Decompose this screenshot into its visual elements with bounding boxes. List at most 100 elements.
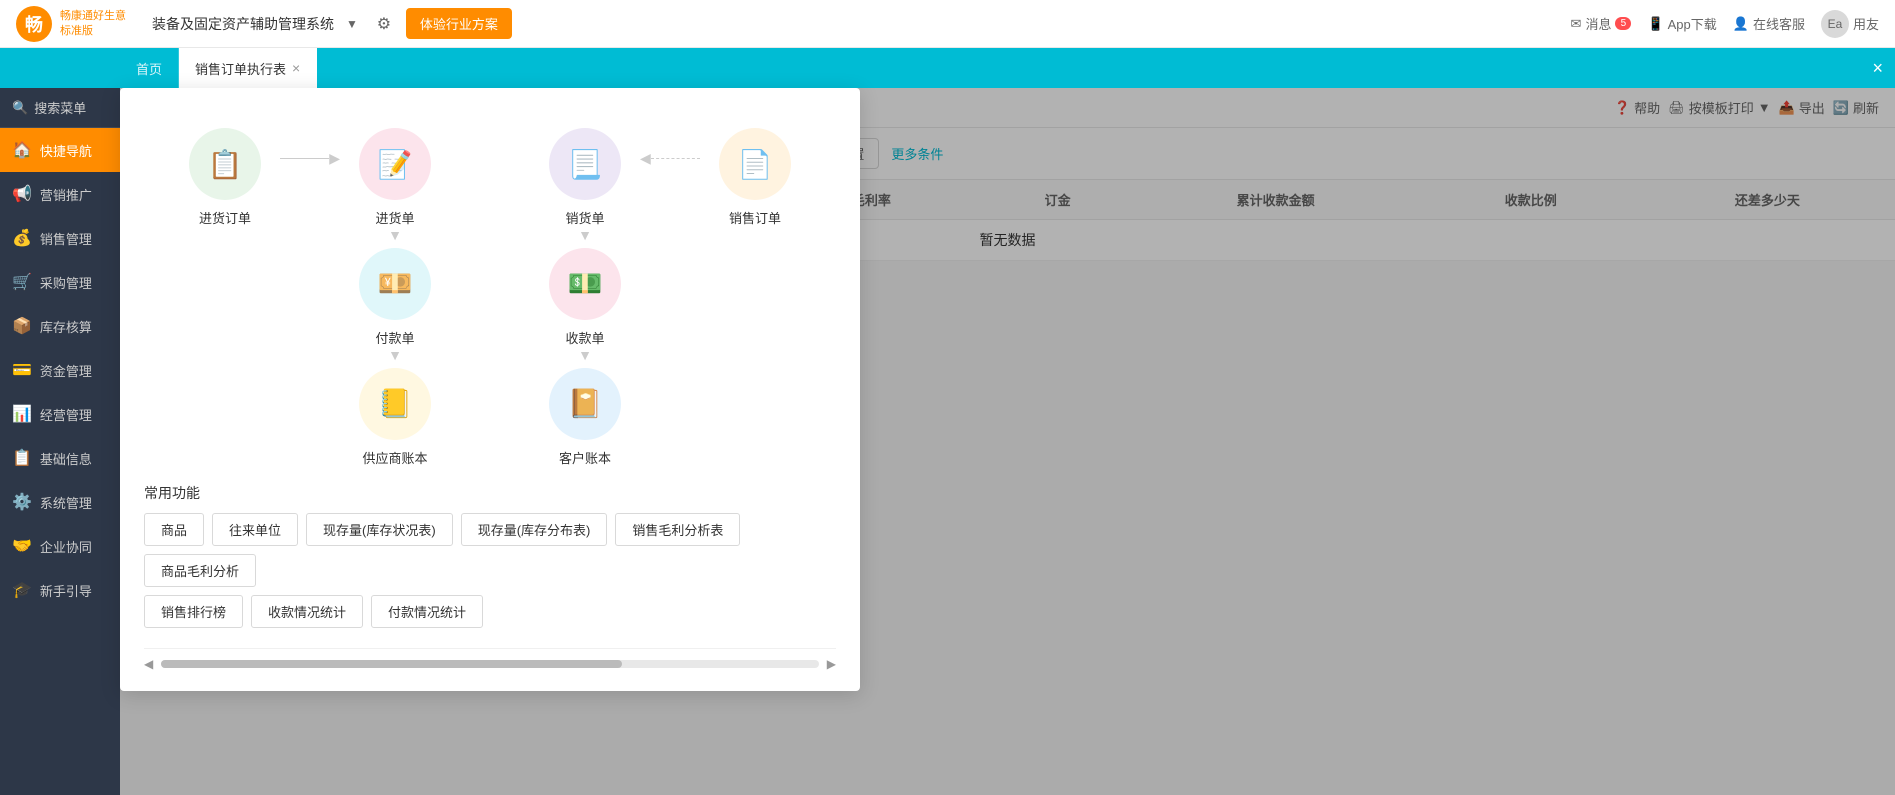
supplier-account-label: 供应商账本 <box>362 448 427 467</box>
flow-node-sales-bill: 📃 销货单 <box>530 128 640 227</box>
btn-stock-distribution[interactable]: 现存量(库存分布表) <box>461 513 608 546</box>
message-btn[interactable]: ✉ 消息 5 <box>1571 14 1632 33</box>
header-right: ✉ 消息 5 📱 App下载 👤 在线客服 Ea 用友 <box>1571 10 1879 38</box>
spacer-2 <box>280 227 340 244</box>
dashed-arrow-sales: ◀ <box>640 128 700 167</box>
tab-close-icon[interactable]: × <box>292 60 300 76</box>
btn-payment-stats[interactable]: 付款情况统计 <box>371 595 483 628</box>
down-arrow-receipt: ▼ <box>530 347 640 364</box>
btn-sales-ranking[interactable]: 销售排行榜 <box>144 595 243 628</box>
app-download-btn[interactable]: 📱 App下载 <box>1647 14 1716 33</box>
down-arrow-sales-bill: ▼ <box>530 227 640 244</box>
logo-area: 畅 畅康通好生意 标准版 <box>16 6 136 42</box>
purchase-order-circle: 📋 <box>189 128 261 200</box>
s2 <box>280 347 340 364</box>
system-dropdown-btn[interactable]: ▼ <box>342 15 362 33</box>
download-icon: 📱 <box>1647 16 1663 32</box>
sidebar-item-marketing[interactable]: 📢 营销推广 <box>0 172 120 216</box>
flow-node-sales-order: 📄 销售订单 <box>700 128 810 227</box>
tab-sales-order[interactable]: 销售订单执行表 × <box>179 48 317 88</box>
tab-home-label: 首页 <box>136 59 162 78</box>
service-icon: 👤 <box>1733 16 1749 32</box>
customer-account-label: 客户账本 <box>559 448 611 467</box>
gap-middle <box>450 128 530 150</box>
scrollbar-thumb <box>161 660 621 668</box>
common-buttons-row1: 商品 往来单位 现存量(库存状况表) 现存量(库存分布表) 销售毛利分析表 商品… <box>144 513 836 587</box>
sidebar-item-operations[interactable]: 📊 经营管理 <box>0 392 120 436</box>
spacer-1 <box>170 227 280 244</box>
top-header: 畅 畅康通好生意 标准版 装备及固定资产辅助管理系统 ▼ ⚙ 体验行业方案 ✉ … <box>0 0 1895 48</box>
logo-text: 畅康通好生意 标准版 <box>60 9 126 38</box>
enterprise-icon: 🤝 <box>12 536 32 556</box>
system-icon: ⚙️ <box>12 492 32 512</box>
message-icon: ✉ <box>1571 16 1582 32</box>
search-icon: 🔍 <box>12 100 28 116</box>
spacer-5 <box>700 227 810 244</box>
sidebar-item-newbie[interactable]: 🎓 新手引导 <box>0 568 120 612</box>
flow-node-purchase-bill: 📝 进货单 <box>340 128 450 227</box>
trial-btn[interactable]: 体验行业方案 <box>406 8 512 39</box>
sidebar-item-sales[interactable]: 💰 销售管理 <box>0 216 120 260</box>
purchase-bill-label: 进货单 <box>375 208 414 227</box>
sidebar-search[interactable]: 🔍 搜索菜单 <box>0 88 120 128</box>
sidebar-item-basic[interactable]: 📋 基础信息 <box>0 436 120 480</box>
arrow-purchase-to-bill: ▶ <box>280 128 340 167</box>
receipt-circle: 💵 <box>549 248 621 320</box>
scroll-left-btn[interactable]: ◀ <box>144 657 153 671</box>
spacer-3 <box>450 227 530 244</box>
scroll-right-btn[interactable]: ▶ <box>827 657 836 671</box>
sidebar-item-purchase[interactable]: 🛒 采购管理 <box>0 260 120 304</box>
tab-bar-close-btn[interactable]: × <box>1872 58 1883 79</box>
operations-icon: 📊 <box>12 404 32 424</box>
btn-stock-status[interactable]: 现存量(库存状况表) <box>306 513 453 546</box>
btn-trade-partner[interactable]: 往来单位 <box>212 513 298 546</box>
flow-node-purchase-order: 📋 进货订单 <box>170 128 280 227</box>
flow-node-receipt: 💵 收款单 <box>530 248 640 347</box>
receipt-label: 收款单 <box>565 328 604 347</box>
purchase-icon: 🛒 <box>12 272 32 292</box>
btn-sales-profit-analysis[interactable]: 销售毛利分析表 <box>615 513 740 546</box>
home-icon: 🏠 <box>12 140 32 160</box>
purchase-bill-circle: 📝 <box>359 128 431 200</box>
payment-label: 付款单 <box>375 328 414 347</box>
down-arrow-payment: ▼ <box>340 347 450 364</box>
btn-product[interactable]: 商品 <box>144 513 204 546</box>
common-functions-section: 常用功能 商品 往来单位 现存量(库存状况表) 现存量(库存分布表) 销售毛利分… <box>144 475 836 640</box>
online-service-btn[interactable]: 👤 在线客服 <box>1733 14 1805 33</box>
common-buttons-row2: 销售排行榜 收款情况统计 付款情况统计 <box>144 595 836 628</box>
sales-bill-circle: 📃 <box>549 128 621 200</box>
purchase-order-label: 进货订单 <box>199 208 251 227</box>
sidebar-item-finance[interactable]: 💳 资金管理 <box>0 348 120 392</box>
inventory-icon: 📦 <box>12 316 32 336</box>
customer-account-circle: 📔 <box>549 368 621 440</box>
basic-icon: 📋 <box>12 448 32 468</box>
btn-product-profit-analysis[interactable]: 商品毛利分析 <box>144 554 256 587</box>
horizontal-scrollbar: ◀ ▶ <box>144 648 836 675</box>
down-arrow-purchase-bill: ▼ <box>340 227 450 244</box>
user-area[interactable]: Ea 用友 <box>1821 10 1879 38</box>
s3 <box>450 347 530 364</box>
flow-node-supplier-account: 📒 供应商账本 <box>340 368 450 467</box>
finance-icon: 💳 <box>12 360 32 380</box>
sales-bill-label: 销货单 <box>565 208 604 227</box>
sidebar-item-enterprise[interactable]: 🤝 企业协同 <box>0 524 120 568</box>
s1 <box>170 347 280 364</box>
spacer-4 <box>640 227 700 244</box>
header-middle: 装备及固定资产辅助管理系统 ▼ ⚙ 体验行业方案 <box>136 8 1571 39</box>
tab-bar: 首页 销售订单执行表 × × <box>0 48 1895 88</box>
sidebar: 🔍 搜索菜单 🏠 快捷导航 📢 营销推广 💰 销售管理 🛒 采购管理 📦 库存核… <box>0 88 120 795</box>
supplier-account-circle: 📒 <box>359 368 431 440</box>
sales-order-label: 销售订单 <box>729 208 781 227</box>
tab-home[interactable]: 首页 <box>120 48 179 88</box>
sidebar-item-inventory[interactable]: 📦 库存核算 <box>0 304 120 348</box>
flow-node-payment: 💴 付款单 <box>340 248 450 347</box>
scrollbar-track[interactable] <box>161 660 819 668</box>
marketing-icon: 📢 <box>12 184 32 204</box>
popup-modal: 📋 进货订单 ▶ 📝 进货单 📃 销货单 <box>120 88 860 691</box>
tab-sales-order-label: 销售订单执行表 <box>195 59 286 78</box>
sales-order-circle: 📄 <box>719 128 791 200</box>
settings-btn[interactable]: ⚙ <box>370 10 398 38</box>
sidebar-item-quick-nav[interactable]: 🏠 快捷导航 <box>0 128 120 172</box>
sidebar-item-system[interactable]: ⚙️ 系统管理 <box>0 480 120 524</box>
btn-receipt-stats[interactable]: 收款情况统计 <box>251 595 363 628</box>
